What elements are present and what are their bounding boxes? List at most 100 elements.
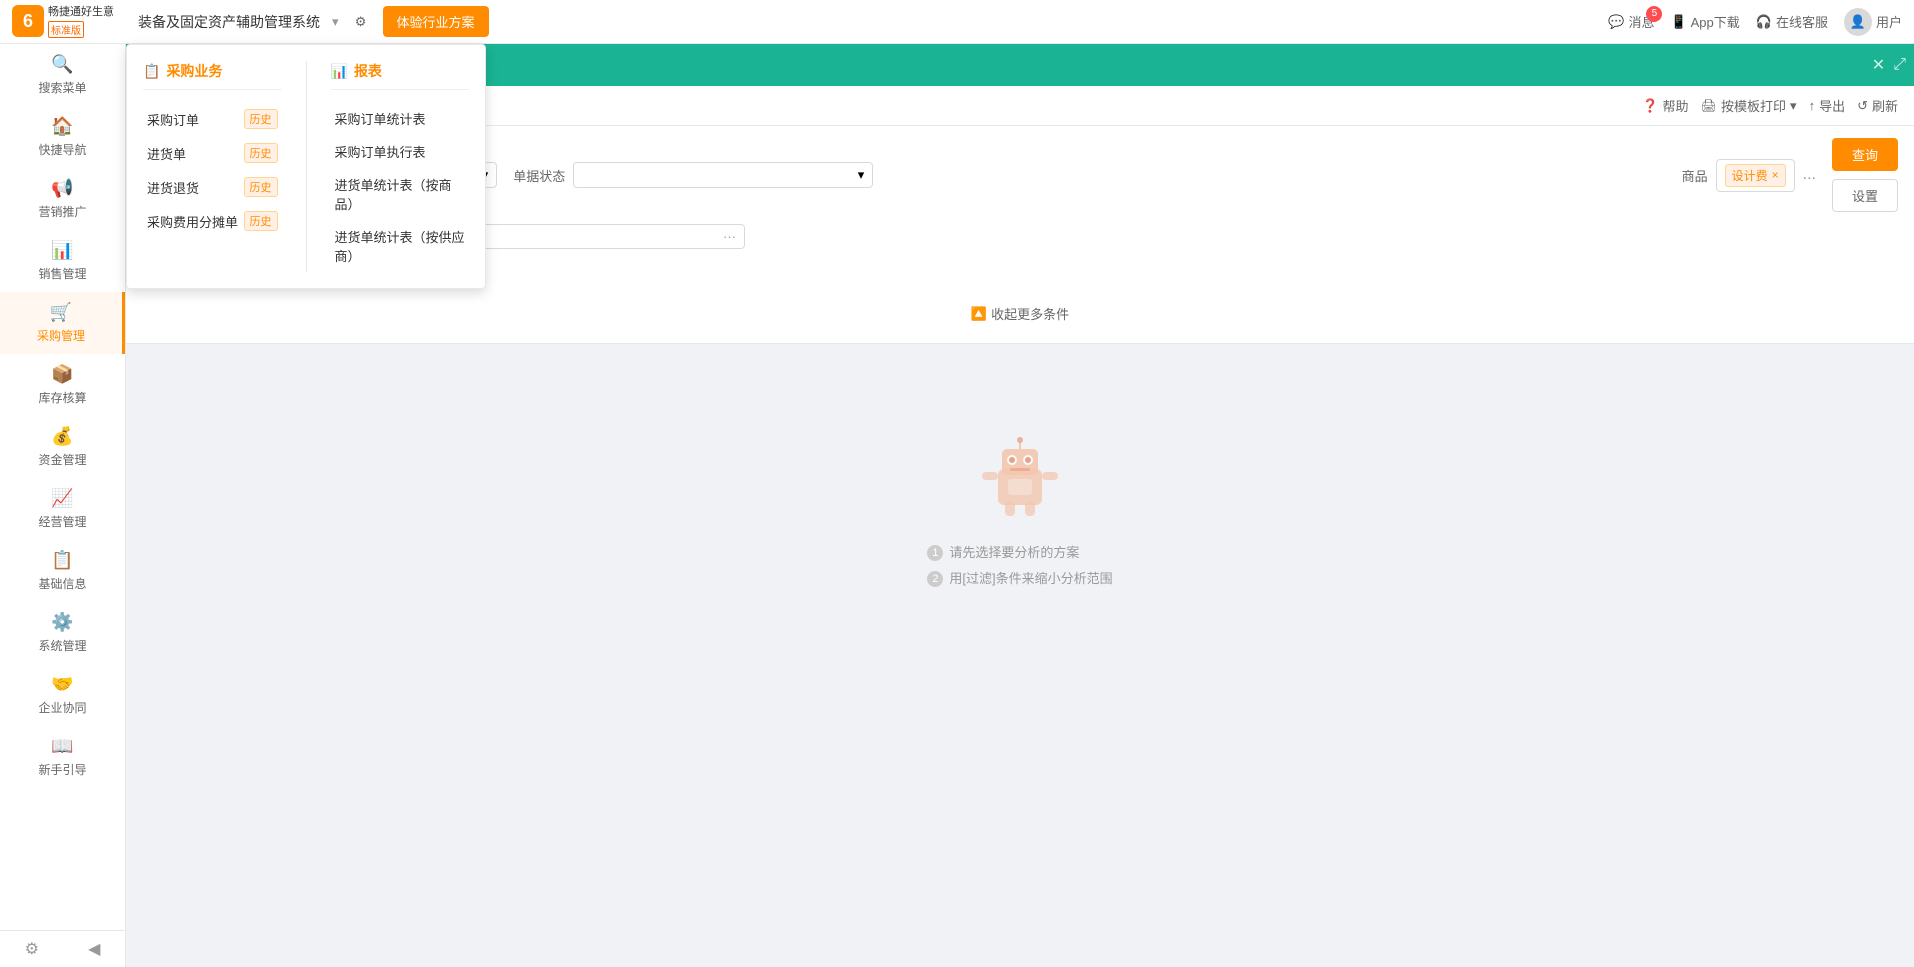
purchase-order-history[interactable]: 历史 bbox=[244, 109, 278, 129]
operations-icon: 📈 bbox=[51, 488, 73, 509]
sidebar-label-purchase: 采购管理 bbox=[37, 327, 85, 344]
industry-btn[interactable]: 体验行业方案 bbox=[383, 6, 489, 37]
order-stats-label: 采购订单统计表 bbox=[335, 109, 426, 128]
reports-section-icon: 📊 bbox=[331, 63, 348, 80]
app-icon: 📱 bbox=[1670, 14, 1686, 30]
logo-text-block: 畅捷通好生意 标准版 bbox=[48, 5, 114, 38]
purchase-expense-history[interactable]: 历史 bbox=[244, 211, 278, 231]
goods-tag: 设计费 × bbox=[1725, 164, 1786, 187]
sidebar-item-inventory[interactable]: 📦 库存核算 bbox=[0, 354, 125, 416]
refresh-btn[interactable]: ↺ 刷新 bbox=[1857, 96, 1898, 115]
sidebar-item-sales[interactable]: 📊 销售管理 bbox=[0, 230, 125, 292]
app-download-btn[interactable]: 📱 App下载 bbox=[1670, 12, 1739, 31]
sidebar-item-search[interactable]: 🔍 搜索菜单 bbox=[0, 44, 125, 106]
menu-item-receipt-by-supplier[interactable]: 进货单统计表（按供应商） bbox=[331, 220, 470, 272]
bottom-collapse-icon[interactable]: ◀ bbox=[88, 939, 100, 959]
user-avatar: 👤 bbox=[1844, 8, 1872, 36]
menu-item-goods-receipt[interactable]: 进货单 历史 bbox=[143, 136, 282, 170]
print-arrow-icon: ▾ bbox=[1790, 98, 1797, 114]
sidebar-label-inventory: 库存核算 bbox=[38, 389, 86, 406]
sidebar-label-nav: 快捷导航 bbox=[38, 141, 86, 158]
goods-dots[interactable]: ... bbox=[1803, 166, 1816, 184]
goods-label: 商品 bbox=[1682, 166, 1708, 185]
goods-tag-close-icon[interactable]: × bbox=[1772, 168, 1779, 182]
receipt-by-supplier-label: 进货单统计表（按供应商） bbox=[335, 227, 466, 265]
goods-return-label: 进货退货 bbox=[147, 178, 199, 197]
msg-icon: 💬 bbox=[1608, 14, 1624, 30]
print-label: 按模板打印 bbox=[1721, 96, 1786, 115]
system-title: 装备及固定资产辅助管理系统 bbox=[138, 12, 320, 32]
collapse-btn[interactable]: 🔼 收起更多条件 bbox=[142, 296, 1898, 331]
service-btn[interactable]: 🎧 在线客服 bbox=[1756, 12, 1828, 31]
menu-item-goods-return[interactable]: 进货退货 历史 bbox=[143, 170, 282, 204]
tab-close-window-icon[interactable]: ✕ bbox=[1872, 55, 1885, 75]
menu-item-order-exec[interactable]: 采购订单执行表 bbox=[331, 135, 470, 168]
step-1-num: 1 bbox=[927, 545, 943, 561]
msg-badge: 5 bbox=[1646, 6, 1662, 22]
export-btn[interactable]: ↑ 导出 bbox=[1809, 96, 1846, 115]
voucher-status-input[interactable]: ▾ bbox=[573, 162, 873, 188]
menu-divider bbox=[306, 61, 307, 272]
purchase-icon: 🛒 bbox=[50, 302, 72, 323]
sidebar-item-nav[interactable]: 🏠 快捷导航 bbox=[0, 106, 125, 168]
sidebar-item-basics[interactable]: 📋 基础信息 bbox=[0, 540, 125, 602]
purchase-section-icon: 📋 bbox=[143, 63, 160, 80]
setting-btn[interactable]: 设置 bbox=[1832, 179, 1898, 212]
reports-section-label: 报表 bbox=[354, 61, 382, 81]
menu-item-receipt-by-goods[interactable]: 进货单统计表（按商品） bbox=[331, 168, 470, 220]
logo-name: 畅捷通好生意 bbox=[48, 5, 114, 19]
goods-receipt-label: 进货单 bbox=[147, 144, 186, 163]
logo-badge: 标准版 bbox=[48, 21, 84, 38]
sidebar-item-purchase[interactable]: 🛒 采购管理 bbox=[0, 292, 125, 354]
sidebar: 🔍 搜索菜单 🏠 快捷导航 📢 营销推广 📊 销售管理 🛒 采购管理 📦 bbox=[0, 44, 126, 967]
menu-item-purchase-order[interactable]: 采购订单 历史 bbox=[143, 102, 282, 136]
menu-item-order-stats[interactable]: 采购订单统计表 bbox=[331, 102, 470, 135]
bottom-settings-icon[interactable]: ⚙ bbox=[25, 939, 39, 959]
purchase-dropdown-menu: 📋 采购业务 采购订单 历史 进货单 历史 进货退货 历史 采购费用分摊单 历史… bbox=[126, 44, 486, 289]
order-exec-label: 采购订单执行表 bbox=[335, 142, 426, 161]
sidebar-item-finance[interactable]: 💰 资金管理 bbox=[0, 416, 125, 478]
goods-return-history[interactable]: 历史 bbox=[244, 177, 278, 197]
menu-item-purchase-expense[interactable]: 采购费用分摊单 历史 bbox=[143, 204, 282, 238]
sidebar-item-marketing[interactable]: 📢 营销推广 bbox=[0, 168, 125, 230]
empty-tip-2: 2 用[过滤]条件来缩小分析范围 bbox=[927, 566, 1112, 592]
goods-receipt-history[interactable]: 历史 bbox=[244, 143, 278, 163]
tab-controls: ✕ ⤢ bbox=[1872, 55, 1914, 75]
voucher-status-label: 单据状态 bbox=[513, 166, 565, 185]
sales-icon: 📊 bbox=[51, 240, 73, 261]
staff-input[interactable]: ··· bbox=[445, 224, 745, 249]
user-label: 用户 bbox=[1876, 12, 1902, 31]
tab-expand-icon[interactable]: ⤢ bbox=[1893, 56, 1906, 74]
sidebar-item-guide[interactable]: 📖 新手引导 bbox=[0, 726, 125, 788]
basics-icon: 📋 bbox=[51, 550, 73, 571]
sidebar-item-system[interactable]: ⚙️ 系统管理 bbox=[0, 602, 125, 664]
headset-icon: 🎧 bbox=[1756, 14, 1772, 30]
msg-btn[interactable]: 💬 消息 5 bbox=[1608, 12, 1654, 31]
empty-state: 1 请先选择要分析的方案 2 用[过滤]条件来缩小分析范围 bbox=[126, 344, 1914, 672]
sidebar-label-guide: 新手引导 bbox=[38, 761, 86, 778]
goods-input[interactable]: 设计费 × bbox=[1716, 159, 1795, 192]
query-btn[interactable]: 查询 bbox=[1832, 138, 1898, 171]
sidebar-label-cooperation: 企业协同 bbox=[38, 699, 86, 716]
help-btn[interactable]: ❓ 帮助 bbox=[1642, 96, 1688, 115]
goods-tag-label: 设计费 bbox=[1732, 167, 1768, 184]
sidebar-item-cooperation[interactable]: 🤝 企业协同 bbox=[0, 664, 125, 726]
settings-icon[interactable]: ⚙ bbox=[347, 8, 375, 36]
empty-tip-1-text: 请先选择要分析的方案 bbox=[949, 540, 1079, 566]
refresh-label: 刷新 bbox=[1872, 96, 1898, 115]
print-btn[interactable]: 🖨 按模板打印 ▾ bbox=[1701, 96, 1797, 115]
user-btn[interactable]: 👤 用户 bbox=[1844, 8, 1902, 36]
empty-illustration bbox=[970, 424, 1070, 524]
voucher-status-arrow: ▾ bbox=[858, 167, 865, 183]
collapse-label: 收起更多条件 bbox=[991, 304, 1069, 323]
cooperation-icon: 🤝 bbox=[51, 674, 73, 695]
purchase-order-label: 采购订单 bbox=[147, 110, 199, 129]
refresh-icon: ↺ bbox=[1857, 98, 1868, 114]
home-icon: 🏠 bbox=[51, 116, 73, 137]
sidebar-item-operations[interactable]: 📈 经营管理 bbox=[0, 478, 125, 540]
logo-icon: 6 bbox=[12, 5, 44, 37]
title-arrow-icon[interactable]: ▾ bbox=[332, 14, 339, 30]
staff-group: 业务员 ··· bbox=[398, 224, 1898, 249]
marketing-icon: 📢 bbox=[51, 178, 73, 199]
help-label: 帮助 bbox=[1662, 96, 1688, 115]
